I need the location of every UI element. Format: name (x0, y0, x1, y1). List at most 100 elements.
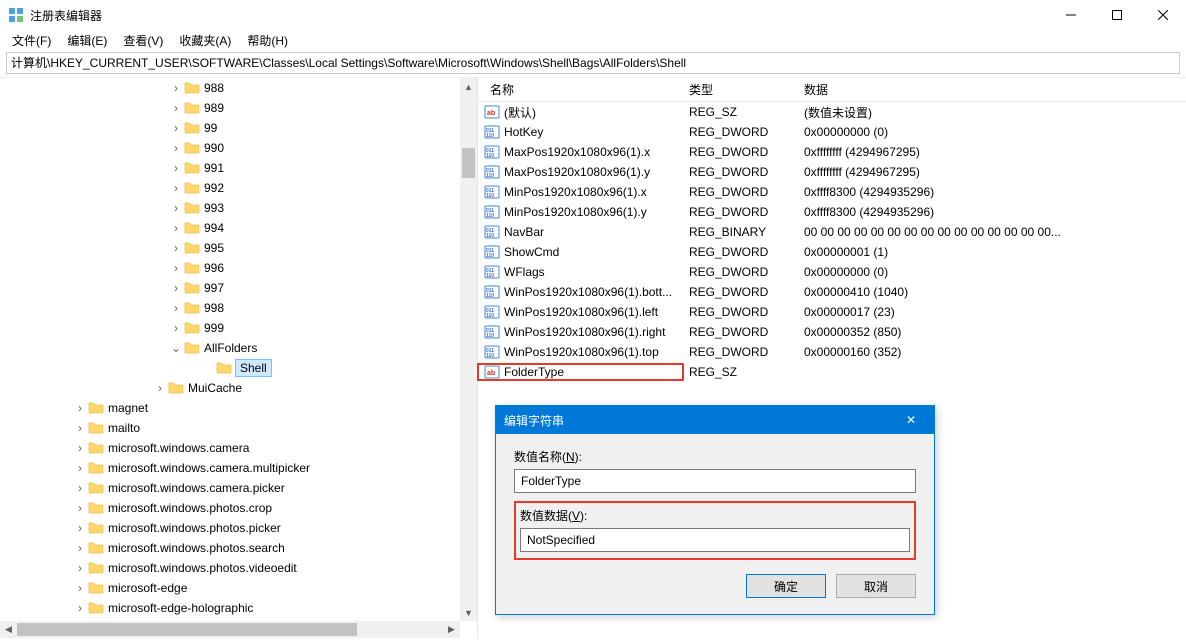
chevron-icon[interactable]: › (72, 461, 88, 475)
tree-item[interactable]: ›magnet (0, 398, 460, 418)
chevron-icon[interactable]: › (72, 421, 88, 435)
dialog-close-icon[interactable]: ✕ (896, 413, 926, 427)
value-row[interactable]: MinPos1920x1080x96(1).yREG_DWORD0xffff83… (478, 202, 1186, 222)
tree-item[interactable]: ›microsoft.windows.camera (0, 438, 460, 458)
chevron-icon[interactable]: › (72, 521, 88, 535)
tree-item[interactable]: ›999 (0, 318, 460, 338)
tree-item-allfolders[interactable]: ⌄AllFolders (0, 338, 460, 358)
value-row[interactable]: WinPos1920x1080x96(1).leftREG_DWORD0x000… (478, 302, 1186, 322)
value-row[interactable]: MaxPos1920x1080x96(1).yREG_DWORD0xffffff… (478, 162, 1186, 182)
tree-item[interactable]: ›99 (0, 118, 460, 138)
menu-favorites[interactable]: 收藏夹(A) (171, 30, 239, 51)
menu-help[interactable]: 帮助(H) (239, 30, 296, 51)
tree-item[interactable]: ›microsoft.windows.photos.videoedit (0, 558, 460, 578)
chevron-icon[interactable]: › (152, 381, 168, 395)
tree-item[interactable]: ›993 (0, 198, 460, 218)
folder-icon (88, 420, 104, 436)
chevron-icon[interactable]: › (168, 261, 184, 275)
chevron-icon[interactable]: › (72, 541, 88, 555)
value-row[interactable]: WFlagsREG_DWORD0x00000000 (0) (478, 262, 1186, 282)
chevron-icon[interactable]: › (168, 301, 184, 315)
dialog-titlebar[interactable]: 编辑字符串 ✕ (496, 406, 934, 434)
minimize-button[interactable] (1048, 0, 1094, 30)
tree-item-shell[interactable]: Shell (0, 358, 460, 378)
tree-label: microsoft.windows.camera.multipicker (108, 461, 310, 475)
chevron-icon[interactable]: › (168, 281, 184, 295)
maximize-button[interactable] (1094, 0, 1140, 30)
col-name[interactable]: 名称 (478, 81, 683, 98)
chevron-icon[interactable]: › (168, 161, 184, 175)
tree-item[interactable]: › 997 (0, 278, 460, 298)
chevron-icon[interactable]: › (168, 321, 184, 335)
tree-item[interactable]: ›mailto (0, 418, 460, 438)
menu-edit[interactable]: 编辑(E) (59, 30, 115, 51)
chevron-icon[interactable]: › (72, 561, 88, 575)
chevron-icon[interactable]: › (168, 101, 184, 115)
tree-item[interactable]: ›990 (0, 138, 460, 158)
tree-item[interactable]: ›992 (0, 178, 460, 198)
string-value-icon (484, 364, 500, 380)
folder-icon (168, 380, 184, 396)
tree-label: 997 (204, 281, 224, 295)
value-name-input[interactable] (514, 469, 916, 493)
value-name: (默认) (504, 104, 536, 121)
tree-item[interactable]: ›microsoft.windows.photos.search (0, 538, 460, 558)
tree-label: MuiCache (188, 381, 242, 395)
value-row[interactable]: WinPos1920x1080x96(1).rightREG_DWORD0x00… (478, 322, 1186, 342)
chevron-icon[interactable]: › (72, 401, 88, 415)
chevron-icon[interactable]: › (168, 121, 184, 135)
value-row[interactable]: WinPos1920x1080x96(1).topREG_DWORD0x0000… (478, 342, 1186, 362)
chevron-icon[interactable]: › (168, 81, 184, 95)
col-data[interactable]: 数据 (798, 81, 1186, 98)
folder-icon (88, 580, 104, 596)
value-row[interactable]: (默认)REG_SZ(数值未设置) (478, 102, 1186, 122)
chevron-icon[interactable]: › (168, 181, 184, 195)
value-row[interactable]: ShowCmdREG_DWORD0x00000001 (1) (478, 242, 1186, 262)
tree-item[interactable]: ›991 (0, 158, 460, 178)
tree-horizontal-scrollbar[interactable]: ◀ ▶ (0, 621, 460, 638)
value-row[interactable]: FolderTypeREG_SZ (478, 362, 1186, 382)
ok-button[interactable]: 确定 (746, 574, 826, 598)
folder-icon (88, 600, 104, 616)
chevron-icon[interactable]: › (168, 141, 184, 155)
tree-item[interactable]: › microsoft.windows.camera.multipicker (0, 458, 460, 478)
tree-item[interactable]: ›microsoft.windows.photos.picker (0, 518, 460, 538)
tree-item[interactable]: ›microsoft.windows.photos.crop (0, 498, 460, 518)
value-name: NavBar (504, 225, 544, 239)
chevron-icon[interactable]: › (72, 481, 88, 495)
tree-item[interactable]: ›microsoft-edge-holographic (0, 598, 460, 618)
value-row[interactable]: NavBarREG_BINARY00 00 00 00 00 00 00 00 … (478, 222, 1186, 242)
tree-item[interactable]: ›988 (0, 78, 460, 98)
value-data-input[interactable] (520, 528, 910, 552)
tree-vertical-scrollbar[interactable]: ▲ ▼ (460, 78, 477, 621)
chevron-icon[interactable]: › (168, 241, 184, 255)
chevron-icon[interactable]: › (72, 601, 88, 615)
value-row[interactable]: WinPos1920x1080x96(1).bott...REG_DWORD0x… (478, 282, 1186, 302)
address-bar[interactable]: 计算机\HKEY_CURRENT_USER\SOFTWARE\Classes\L… (6, 52, 1180, 74)
close-button[interactable] (1140, 0, 1186, 30)
value-data: 0xffff8300 (4294935296) (798, 205, 1186, 219)
value-row[interactable]: MinPos1920x1080x96(1).xREG_DWORD0xffff83… (478, 182, 1186, 202)
chevron-icon[interactable]: ⌄ (168, 341, 184, 355)
tree-item[interactable]: ›998 (0, 298, 460, 318)
tree-item[interactable]: ›994 (0, 218, 460, 238)
cancel-button[interactable]: 取消 (836, 574, 916, 598)
value-row[interactable]: HotKeyREG_DWORD0x00000000 (0) (478, 122, 1186, 142)
chevron-icon[interactable]: › (72, 441, 88, 455)
tree-item[interactable]: ›989 (0, 98, 460, 118)
chevron-icon[interactable]: › (168, 221, 184, 235)
menu-file[interactable]: 文件(F) (4, 30, 59, 51)
value-type: REG_DWORD (683, 145, 798, 159)
chevron-icon[interactable]: › (168, 201, 184, 215)
tree-item[interactable]: ›microsoft.windows.camera.picker (0, 478, 460, 498)
menu-view[interactable]: 查看(V) (115, 30, 171, 51)
value-row[interactable]: MaxPos1920x1080x96(1).xREG_DWORD0xffffff… (478, 142, 1186, 162)
value-name: FolderType (504, 365, 564, 379)
col-type[interactable]: 类型 (683, 81, 798, 98)
tree-item[interactable]: ›996 (0, 258, 460, 278)
tree-item-muicache[interactable]: › MuiCache (0, 378, 460, 398)
tree-item[interactable]: ›995 (0, 238, 460, 258)
chevron-icon[interactable]: › (72, 581, 88, 595)
chevron-icon[interactable]: › (72, 501, 88, 515)
tree-item[interactable]: ›microsoft-edge (0, 578, 460, 598)
